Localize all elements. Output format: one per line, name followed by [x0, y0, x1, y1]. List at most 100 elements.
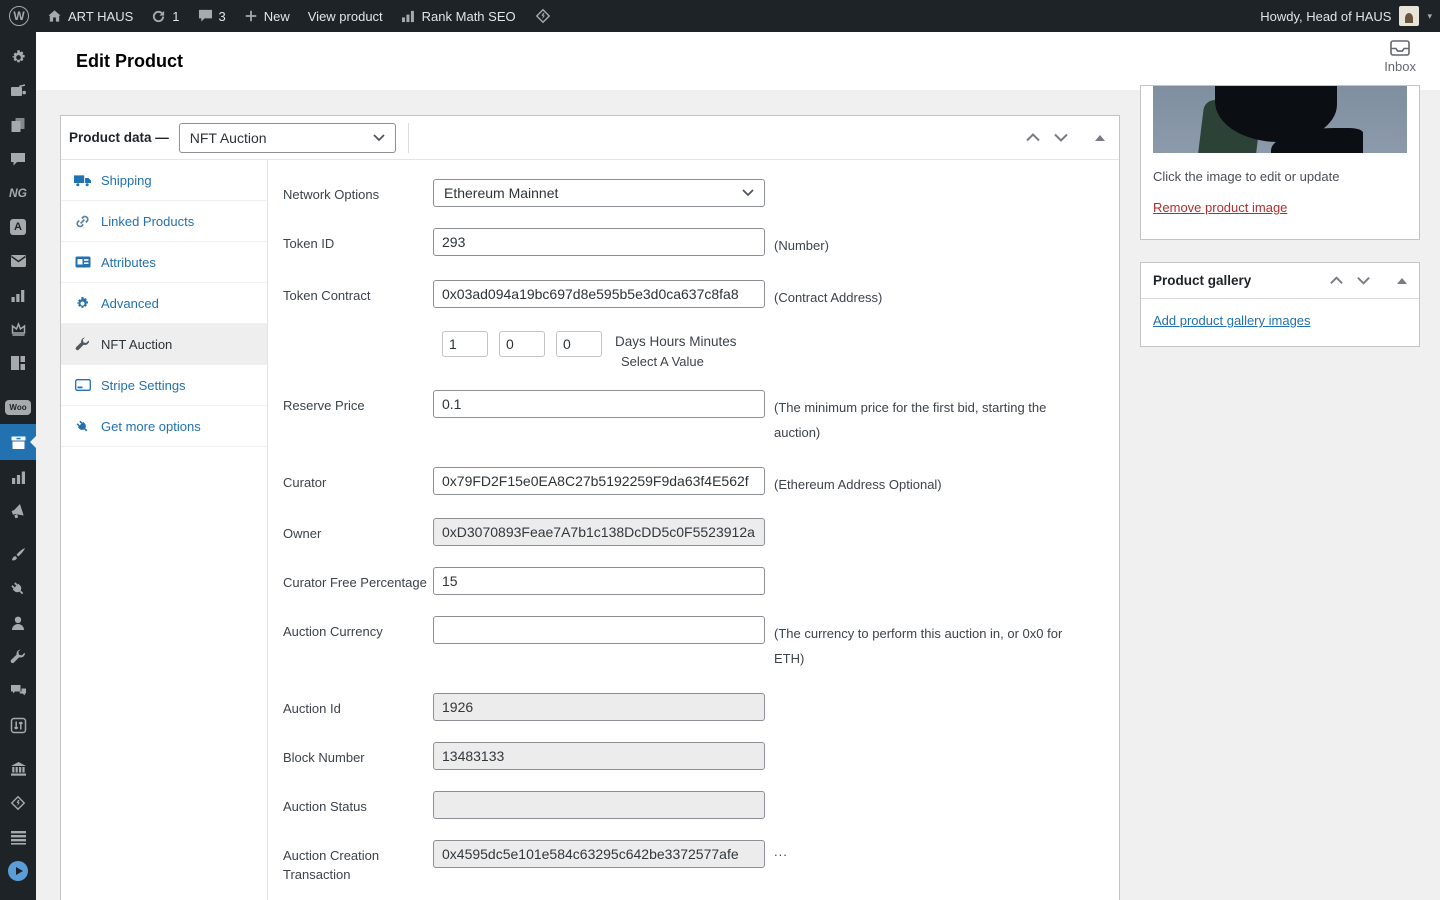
admin-bar: W ART HAUS 1 3 New View product Rank Mat…	[0, 0, 1440, 32]
tab-attributes[interactable]: Attributes	[61, 242, 267, 283]
sidebar-item-users[interactable]	[0, 606, 36, 640]
sidebar-item-chat[interactable]	[0, 674, 36, 708]
field-row-reserve-price: Reserve Price (The minimum price for the…	[283, 390, 1119, 445]
adminbar-new[interactable]: New	[235, 0, 299, 32]
move-up-icon[interactable]	[1025, 133, 1041, 142]
nft-auction-form: Network Options Ethereum Mainnet Token I…	[268, 160, 1119, 900]
gear-icon	[74, 296, 91, 311]
product-image-panel: Click the image to edit or update Remove…	[1140, 85, 1420, 240]
auction-currency-input[interactable]	[433, 616, 765, 645]
sidebar-item-rank-math[interactable]	[0, 278, 36, 312]
sidebar-item-settings[interactable]	[0, 40, 36, 74]
field-label: Auction Creation Transaction	[283, 847, 380, 883]
adminbar-site-link[interactable]: ART HAUS	[38, 0, 142, 32]
toggle-panel-icon[interactable]	[1397, 277, 1407, 284]
field-label: Reserve Price	[283, 398, 365, 414]
media-icon	[10, 84, 26, 96]
adminbar-updates[interactable]: 1	[142, 0, 188, 32]
marketing-icon	[11, 504, 24, 519]
sidebar-item-plugins[interactable]	[0, 572, 36, 606]
field-row-token-contract: Token Contract (Contract Address)	[283, 279, 1119, 311]
curator-input[interactable]	[433, 466, 765, 495]
field-label: Auction Currency	[283, 624, 383, 640]
sidebar-item-crown[interactable]	[0, 312, 36, 346]
product-type-select[interactable]: NFT Auction	[178, 122, 396, 153]
sidebar-item-diamond[interactable]	[0, 786, 36, 820]
tab-linked-products[interactable]: Linked Products	[61, 201, 267, 242]
toggle-panel-icon[interactable]	[1095, 134, 1105, 141]
sidebar-item-letter-a[interactable]: A	[0, 210, 36, 244]
field-label: Auction Id	[283, 700, 341, 716]
tab-nft-auction[interactable]: NFT Auction	[61, 324, 267, 365]
plus-icon	[245, 10, 256, 22]
owner-input	[433, 518, 765, 547]
sidebar-item-appearance[interactable]	[0, 538, 36, 572]
adminbar-rank-math[interactable]: Rank Math SEO	[392, 0, 525, 32]
field-hint: (Number)	[774, 238, 829, 253]
howdy-greeting[interactable]: Howdy, Head of HAUS	[1260, 9, 1391, 24]
reserve-price-input[interactable]	[433, 390, 765, 419]
remove-product-image-link[interactable]: Remove product image	[1153, 200, 1287, 215]
avatar[interactable]	[1399, 6, 1420, 26]
tab-advanced[interactable]: Advanced	[61, 283, 267, 324]
token-contract-input[interactable]	[433, 279, 765, 308]
sidebar-item-bank[interactable]	[0, 752, 36, 786]
seo-chart-icon	[11, 289, 24, 302]
wordpress-logo[interactable]: W	[0, 0, 38, 32]
product-image[interactable]	[1153, 86, 1407, 153]
field-hint: (The currency to perform this auction in…	[774, 626, 1063, 667]
sidebar-item-list[interactable]	[0, 820, 36, 854]
sidebar-item-video[interactable]	[0, 854, 36, 888]
duration-minutes-input[interactable]	[556, 331, 602, 358]
network-options-select[interactable]: Ethereum Mainnet	[433, 179, 765, 207]
field-hint: (Contract Address)	[774, 289, 883, 305]
comments-icon	[11, 152, 25, 165]
tab-stripe-settings[interactable]: Stripe Settings	[61, 365, 267, 406]
letter-a-icon: A	[10, 219, 26, 235]
move-up-icon[interactable]	[1329, 276, 1344, 285]
field-row-auction-id: Auction Id	[283, 692, 1119, 721]
token-id-input[interactable]	[433, 228, 765, 256]
adminbar-diamond[interactable]	[525, 0, 561, 32]
product-gallery-title: Product gallery	[1153, 273, 1252, 288]
duration-units-label: Days Hours Minutes	[615, 334, 737, 350]
wordpress-logo-icon: W	[9, 6, 29, 26]
adminbar-site-name: ART HAUS	[68, 8, 134, 24]
sidebar-item-media[interactable]	[0, 74, 36, 108]
adminbar-comments[interactable]: 3	[189, 0, 235, 32]
wrench-icon	[10, 649, 25, 664]
product-data-tabs: Shipping Linked Products Attributes Adva…	[61, 160, 268, 900]
comments-count: 3	[218, 8, 226, 24]
move-down-icon[interactable]	[1053, 133, 1069, 142]
mail-icon	[10, 255, 26, 267]
sidebar-item-analytics[interactable]	[0, 460, 36, 494]
gear-icon	[11, 49, 25, 62]
sidebar-item-marketing[interactable]	[0, 494, 36, 528]
sidebar-item-tools[interactable]	[0, 640, 36, 674]
sidebar-item-products[interactable]	[0, 424, 36, 460]
sidebar-item-pages[interactable]	[0, 108, 36, 142]
pages-icon	[11, 118, 25, 132]
field-row-curator-free-percentage: Curator Free Percentage	[283, 567, 1119, 596]
sidebar-item-comments[interactable]	[0, 142, 36, 176]
sidebar-item-woocommerce[interactable]: Woo	[0, 390, 36, 424]
sidebar-item-layout[interactable]	[0, 346, 36, 380]
product-gallery-panel: Product gallery Add product gallery imag…	[1140, 262, 1420, 347]
inbox-button[interactable]: Inbox	[1384, 39, 1416, 74]
admin-sidebar: NG A Woo	[0, 32, 36, 900]
sidebar-item-mail[interactable]	[0, 244, 36, 278]
tab-shipping[interactable]: Shipping	[61, 160, 267, 201]
duration-days-input[interactable]	[442, 331, 488, 358]
field-label: Curator	[283, 474, 327, 490]
adminbar-view-product[interactable]: View product	[299, 0, 392, 32]
curator-free-percentage-input[interactable]	[433, 567, 765, 596]
duration-hours-input[interactable]	[499, 331, 545, 358]
sidebar-item-nextgen-gallery[interactable]: NG	[0, 176, 36, 210]
move-down-icon[interactable]	[1356, 276, 1371, 285]
tab-get-more-options[interactable]: Get more options	[61, 406, 267, 447]
auction-id-input	[433, 692, 765, 721]
chat-icon	[10, 684, 26, 695]
field-row-owner: Owner	[283, 518, 1119, 547]
sidebar-item-sliders[interactable]	[0, 708, 36, 742]
add-gallery-images-link[interactable]: Add product gallery images	[1153, 313, 1311, 328]
